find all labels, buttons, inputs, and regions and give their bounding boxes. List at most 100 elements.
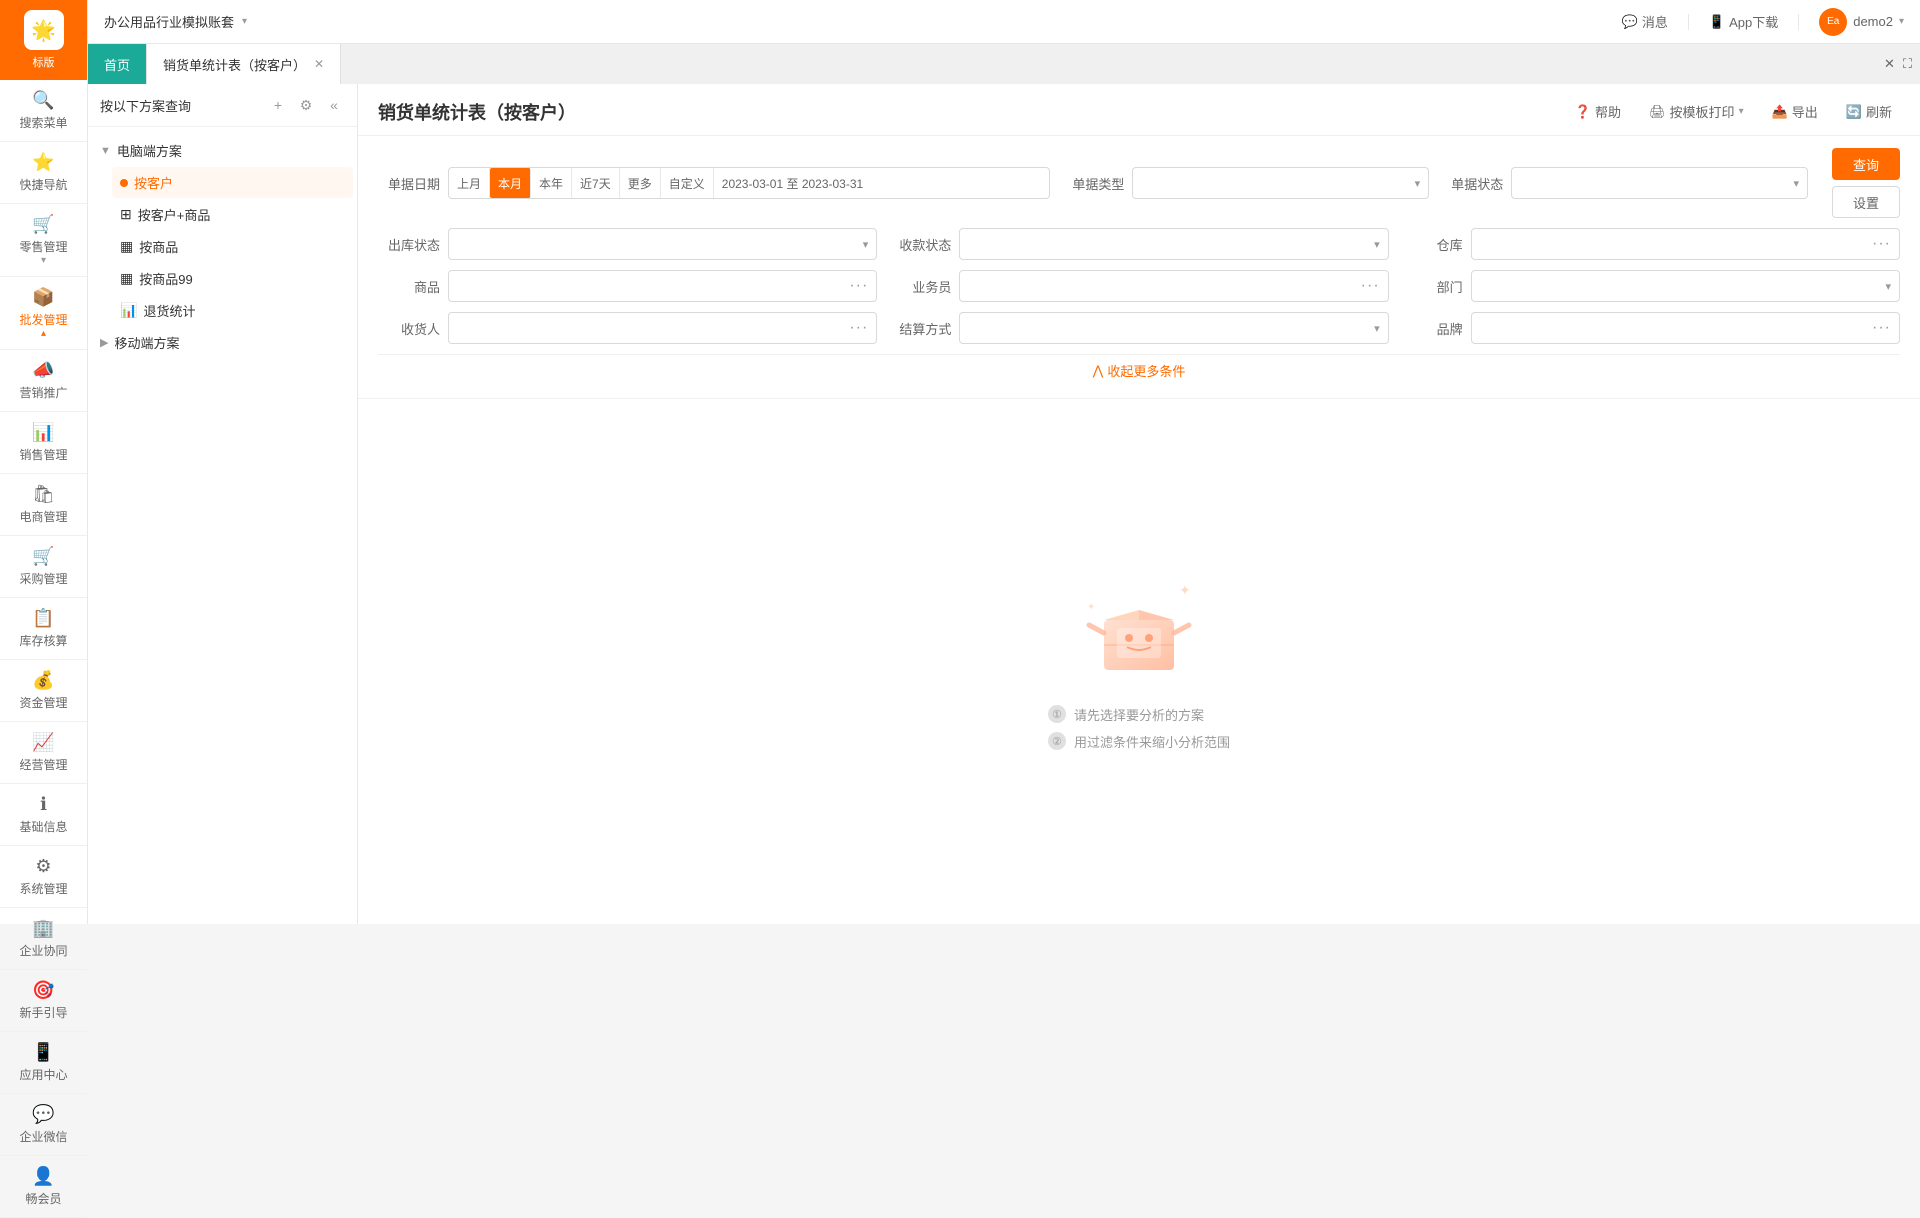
sidebar-label-newbie: 新手引导 — [19, 1004, 67, 1021]
tab-close-icon[interactable]: ✕ — [314, 57, 324, 71]
date-tab-this-month[interactable]: 本月 — [490, 168, 531, 198]
empty-state: ✦ ✦ ① 请先选择要分析的方案 ② 用过滤条件来缩小分析范围 — [358, 399, 1920, 924]
sidebar-item-ecommerce[interactable]: 🛍 电商管理 — [0, 474, 87, 536]
tip-num-1: ① — [1048, 705, 1066, 723]
user-profile[interactable]: Ea demo2 ▾ — [1819, 8, 1904, 36]
date-tab-custom[interactable]: 自定义 — [661, 168, 714, 198]
sidebar-item-finance[interactable]: 💰 资金管理 — [0, 660, 87, 722]
download-icon: 📱 — [1709, 14, 1725, 30]
brand-control[interactable]: ··· — [1471, 312, 1900, 344]
scheme-settings-button[interactable]: ⚙ — [295, 94, 317, 116]
tree-group-mobile-header[interactable]: ▶ 移动端方案 — [88, 327, 357, 358]
sidebar-item-enterprise[interactable]: 🏢 企业协同 — [0, 908, 87, 970]
product-control[interactable]: ··· — [448, 270, 877, 302]
sidebar-item-wholesale[interactable]: 📦 批发管理 ▴ — [0, 277, 87, 350]
svg-text:✦: ✦ — [1179, 582, 1191, 598]
message-button[interactable]: 💬 消息 — [1622, 12, 1668, 31]
warehouse-control[interactable]: ··· — [1471, 228, 1900, 260]
filter-row-3: 商品 ··· 业务员 ··· 部门 — [378, 270, 1900, 302]
export-button[interactable]: 📤 导出 — [1764, 98, 1826, 125]
sidebar-item-retail[interactable]: 🛒 零售管理 ▾ — [0, 204, 87, 277]
sidebar-item-quick-nav[interactable]: ⭐ 快捷导航 — [0, 142, 87, 204]
filter-item-payment-status: 收款状态 ▾ — [889, 228, 1388, 260]
print-icon: 🖨 — [1649, 104, 1666, 120]
sidebar-item-sales-mgmt[interactable]: 📊 销售管理 — [0, 412, 87, 474]
tree-item-by-product99[interactable]: ▦ 按商品99 — [112, 263, 353, 294]
tab-home[interactable]: 首页 — [88, 44, 147, 84]
tree-item-by-customer-product[interactable]: ⊞ 按客户+商品 — [112, 199, 353, 230]
date-tab-last7[interactable]: 近7天 — [572, 168, 620, 198]
sidebar-label-inventory: 库存核算 — [19, 632, 67, 649]
newbie-icon: 🎯 — [32, 980, 54, 1001]
date-tab-this-year[interactable]: 本年 — [531, 168, 572, 198]
date-tab-more[interactable]: 更多 — [620, 168, 661, 198]
product-label: 商品 — [378, 277, 448, 296]
sidebar-item-marketing[interactable]: 📣 营销推广 — [0, 350, 87, 412]
settings-scheme-icon: ⚙ — [300, 97, 313, 114]
sidebar-item-operation[interactable]: 📈 经营管理 — [0, 722, 87, 784]
header-divider-1 — [1688, 14, 1689, 30]
sidebar-label-quick-nav: 快捷导航 — [19, 176, 67, 193]
sidebar-item-inventory[interactable]: 📋 库存核算 — [0, 598, 87, 660]
brand-label: 品牌 — [1401, 319, 1471, 338]
help-label: 帮助 — [1595, 102, 1621, 121]
collapse-more-button[interactable]: ⋀ 收起更多条件 — [378, 354, 1900, 386]
sidebar-item-member[interactable]: 👤 畅会员 — [0, 1156, 87, 1218]
tree-item-by-customer[interactable]: 按客户 — [112, 167, 353, 198]
payment-method-label: 结算方式 — [889, 319, 959, 338]
sidebar-label-marketing: 营销推广 — [19, 384, 67, 401]
tab-sales-stat[interactable]: 销货单统计表（按客户） ✕ — [147, 44, 341, 84]
sales-rep-control[interactable]: ··· — [959, 270, 1388, 302]
maximize-icon[interactable]: ⛶ — [1903, 56, 1912, 72]
close-window-icon[interactable]: ✕ — [1884, 56, 1895, 72]
sales-rep-label: 业务员 — [889, 277, 959, 296]
sidebar-item-search[interactable]: 🔍 搜索菜单 — [0, 80, 87, 142]
payment-method-control[interactable]: ▾ — [959, 312, 1388, 344]
settings-button[interactable]: 设置 — [1832, 186, 1900, 218]
sidebar-item-basic-info[interactable]: ℹ 基础信息 — [0, 784, 87, 846]
table2-icon: ▦ — [120, 270, 133, 287]
date-tab-last-month[interactable]: 上月 — [449, 168, 490, 198]
sidebar-label-basic-info: 基础信息 — [19, 818, 67, 835]
filter-item-payment-method: 结算方式 ▾ — [889, 312, 1388, 344]
receiver-control[interactable]: ··· — [448, 312, 877, 344]
doc-type-control[interactable]: ▾ — [1132, 167, 1429, 199]
print-button[interactable]: 🖨 按模板打印 ▾ — [1641, 98, 1752, 125]
department-control[interactable]: ▾ — [1471, 270, 1900, 302]
sidebar-item-system[interactable]: ⚙ 系统管理 — [0, 846, 87, 908]
download-button[interactable]: 📱 App下载 — [1709, 12, 1778, 31]
sidebar-item-newbie[interactable]: 🎯 新手引导 — [0, 970, 87, 1032]
filter-row-1: 单据日期 上月 本月 本年 — [378, 148, 1900, 218]
tree-arrow-desktop: ▼ — [100, 145, 111, 157]
refresh-button[interactable]: 🔄 刷新 — [1838, 98, 1900, 125]
chart-icon: ⊞ — [120, 206, 132, 223]
tree-item-by-product[interactable]: ▦ 按商品 — [112, 231, 353, 262]
tree-group-desktop-header[interactable]: ▼ 电脑端方案 — [88, 135, 357, 166]
sidebar-logo[interactable]: 🌟 标版 — [0, 0, 87, 80]
sales-stat-tab-label: 销货单统计表（按客户） — [163, 55, 306, 74]
payment-status-control[interactable]: ▾ — [959, 228, 1388, 260]
retail-icon: 🛒 — [32, 214, 54, 235]
sidebar-item-purchase[interactable]: 🛒 采购管理 — [0, 536, 87, 598]
sidebar-item-wechat[interactable]: 💬 企业微信 — [0, 1094, 87, 1156]
empty-illustration: ✦ ✦ — [1079, 565, 1199, 685]
doc-status-control[interactable]: ▾ — [1511, 167, 1808, 199]
sidebar-label-member: 畅会员 — [25, 1190, 61, 1207]
scheme-collapse-button[interactable]: « — [323, 94, 345, 116]
sidebar-label-finance: 资金管理 — [19, 694, 67, 711]
logo-text: 标版 — [33, 54, 55, 70]
sidebar-item-app-center[interactable]: 📱 应用中心 — [0, 1032, 87, 1094]
tree-item-return-stat-label: 退货统计 — [143, 301, 195, 320]
header-dropdown-icon[interactable]: ▾ — [242, 16, 247, 27]
help-button[interactable]: ❓ 帮助 — [1567, 98, 1629, 125]
doc-type-arrow: ▾ — [1415, 177, 1421, 190]
message-icon: 💬 — [1622, 14, 1638, 30]
brand-dots: ··· — [1872, 319, 1891, 337]
tree-item-return-stat[interactable]: 📊 退货统计 — [112, 295, 353, 326]
out-status-control[interactable]: ▾ — [448, 228, 877, 260]
query-button[interactable]: 查询 — [1832, 148, 1900, 180]
header-left: 办公用品行业模拟账套 ▾ — [104, 12, 247, 31]
scheme-add-button[interactable]: + — [267, 94, 289, 116]
filter-item-department: 部门 ▾ — [1401, 270, 1900, 302]
date-control[interactable]: 上月 本月 本年 近7天 — [448, 167, 1050, 199]
